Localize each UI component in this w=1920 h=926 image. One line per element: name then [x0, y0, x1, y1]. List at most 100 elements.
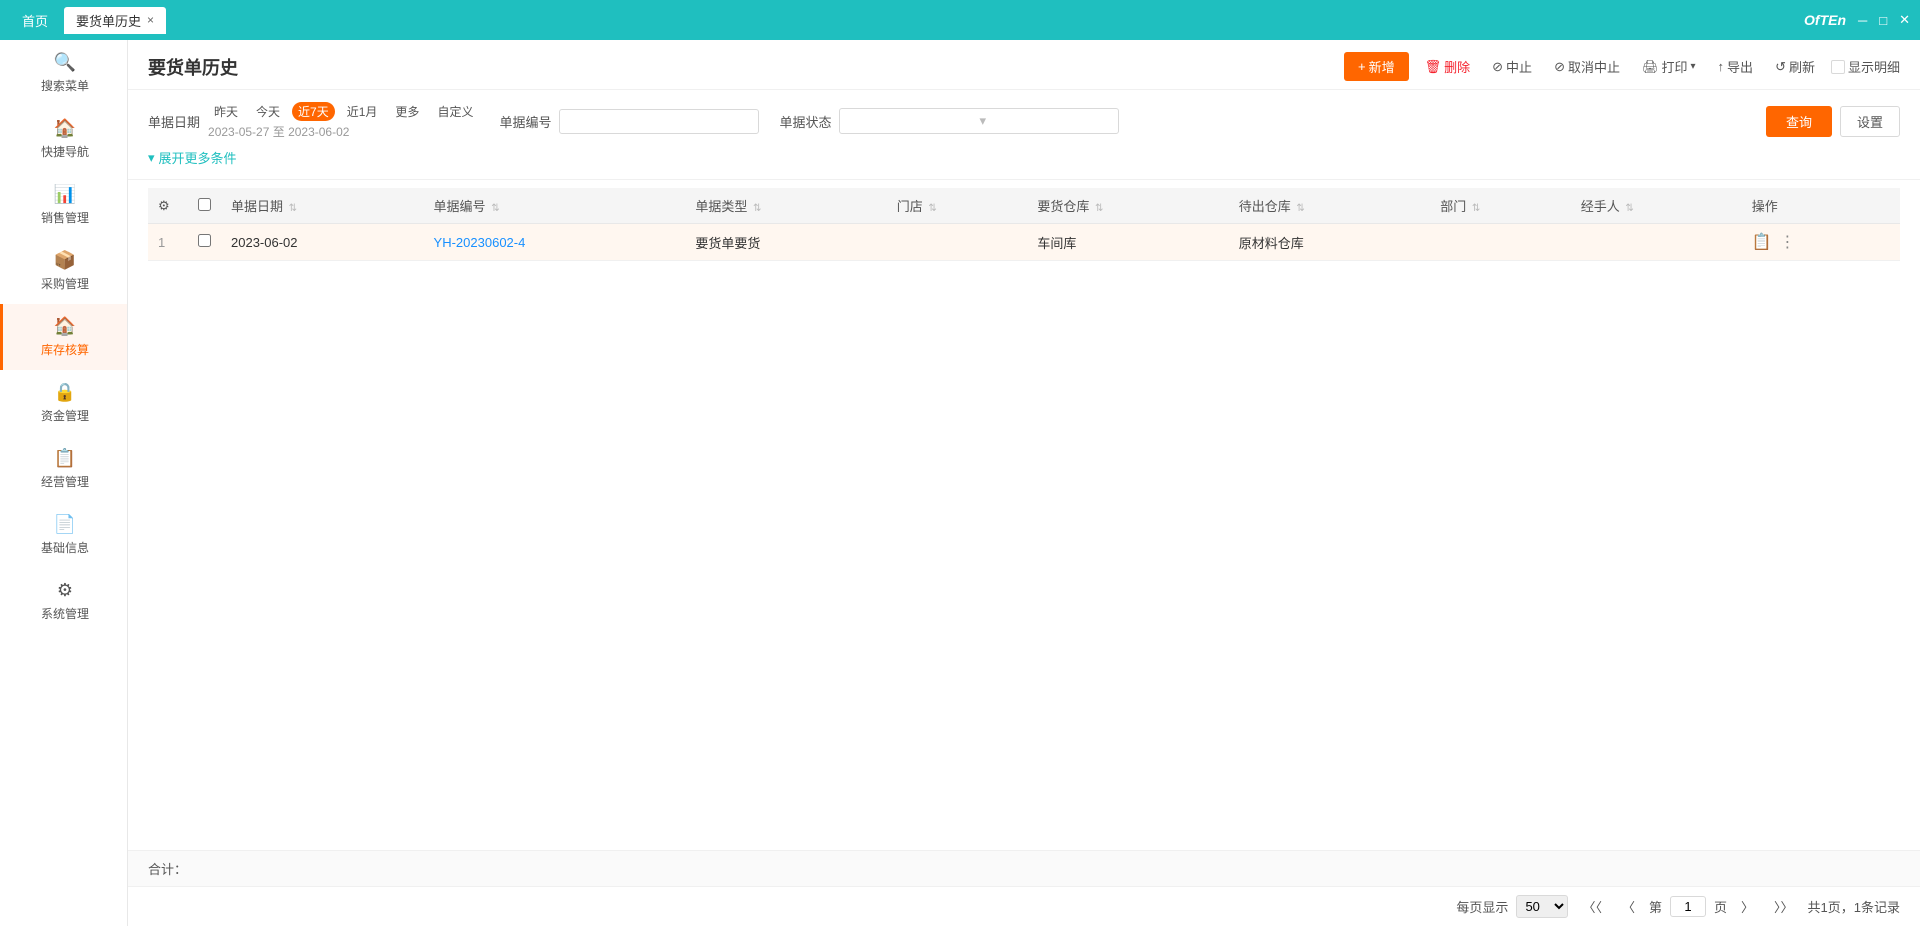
col-doc-no: 单据编号 ⇅	[424, 188, 686, 224]
next-next-btn[interactable]: 〉〉	[1768, 895, 1800, 918]
sidebar-item-basic[interactable]: 📄 基础信息	[0, 502, 127, 568]
refresh-button[interactable]: ↺ 刷新	[1769, 53, 1821, 80]
sidebar-item-purchase[interactable]: 📦 采购管理	[0, 238, 127, 304]
tab-close-icon[interactable]: ×	[147, 13, 154, 27]
sidebar-item-basic-label: 基础信息	[41, 539, 89, 556]
col-dept-label: 部门	[1440, 199, 1466, 214]
sidebar-item-nav[interactable]: 🏠 快捷导航	[0, 106, 127, 172]
row-checkbox-cell	[188, 224, 221, 261]
content-area: 要货单历史 + 新增 🗑 删除 ⊘ 中止 ⊘ 取消中止	[128, 40, 1920, 926]
sidebar-item-operation[interactable]: 📋 经营管理	[0, 436, 127, 502]
basic-icon: 📄	[54, 514, 76, 535]
pagination: 每页显示 50 10 20 100 〈〈 〈 第 页 〉 〉〉 共1页，1条记录	[128, 886, 1920, 926]
sidebar-item-system[interactable]: ⚙ 系统管理	[0, 568, 127, 634]
doc-no-input[interactable]	[559, 109, 759, 134]
date-range-text: 2023-05-27 至 2023-06-02	[208, 123, 479, 140]
row-more-icon[interactable]: ⋮	[1779, 234, 1795, 251]
print-label: 打印	[1662, 57, 1688, 76]
col-store-sort-icon: ⇅	[928, 203, 936, 214]
col-store: 门店 ⇅	[887, 188, 1028, 224]
col-doc-type: 单据类型 ⇅	[685, 188, 886, 224]
table-body: 1 2023-06-02 YH-20230602-4 要货单要货 车间库 原材料…	[148, 224, 1900, 261]
maximize-btn[interactable]: □	[1879, 13, 1887, 28]
page-header: 要货单历史 + 新增 🗑 删除 ⊘ 中止 ⊘ 取消中止	[128, 40, 1920, 90]
purchase-icon: 📦	[54, 250, 76, 271]
col-req-warehouse-label: 要货仓库	[1037, 199, 1089, 214]
row-num-value: 1	[158, 235, 165, 250]
new-button[interactable]: + 新增	[1344, 52, 1409, 81]
expand-chevron-icon: ▾	[148, 150, 155, 166]
sidebar-item-finance[interactable]: 🔒 资金管理	[0, 370, 127, 436]
row-edit-icon[interactable]: 📋	[1752, 234, 1772, 251]
print-button[interactable]: 🖨 打印 ▾	[1636, 53, 1702, 80]
col-doc-no-sort-icon: ⇅	[491, 203, 499, 214]
system-icon: ⚙	[57, 580, 73, 601]
delete-icon: 🗑	[1425, 59, 1442, 75]
select-all-checkbox[interactable]	[198, 198, 211, 211]
date-btn-more[interactable]: 更多	[389, 102, 425, 121]
prev-prev-btn[interactable]: 〈〈	[1576, 895, 1608, 918]
display-detail-toggle[interactable]: 显示明细	[1831, 57, 1900, 76]
row-actions: 📋 ⋮	[1742, 224, 1900, 261]
filter-row: 单据日期 昨天 今天 近7天 近1月 更多 自定义 2023-05-27 至 2…	[148, 102, 1900, 140]
date-btn-7days[interactable]: 近7天	[292, 102, 335, 121]
page-title: 要货单历史	[148, 54, 1344, 80]
date-btn-1month[interactable]: 近1月	[341, 102, 384, 121]
stop-icon: ⊘	[1492, 59, 1503, 75]
date-btn-yesterday[interactable]: 昨天	[208, 102, 244, 121]
tab-yaohuodan[interactable]: 要货单历史 ×	[64, 7, 166, 34]
sidebar-item-search[interactable]: 🔍 搜索菜单	[0, 40, 127, 106]
export-button[interactable]: ↑ 导出	[1712, 53, 1760, 80]
cancel-stop-button[interactable]: ⊘ 取消中止	[1548, 53, 1626, 80]
stop-button[interactable]: ⊘ 中止	[1486, 53, 1538, 80]
delete-button[interactable]: 🗑 删除	[1419, 53, 1477, 80]
per-page-label: 每页显示	[1456, 897, 1508, 916]
sidebar-item-sales-label: 销售管理	[41, 209, 89, 226]
status-filter-group: 单据状态 ▾	[779, 108, 1119, 134]
row-checkbox[interactable]	[198, 234, 211, 247]
settings-button[interactable]: 设置	[1840, 106, 1900, 137]
doc-no-label: 单据编号	[499, 112, 551, 131]
stop-label: 中止	[1506, 57, 1532, 76]
page-input[interactable]	[1670, 896, 1706, 917]
status-label: 单据状态	[779, 112, 831, 131]
col-doc-no-label: 单据编号	[434, 199, 486, 214]
col-action: 操作	[1742, 188, 1900, 224]
query-button[interactable]: 查询	[1766, 106, 1832, 137]
prev-btn[interactable]: 〈	[1616, 895, 1641, 918]
display-detail-checkbox[interactable]	[1831, 60, 1845, 74]
window-close-btn[interactable]: ✕	[1899, 12, 1910, 28]
date-btn-today[interactable]: 今天	[250, 102, 286, 121]
date-filter-group: 单据日期 昨天 今天 近7天 近1月 更多 自定义 2023-05-27 至 2…	[148, 102, 479, 140]
sidebar-item-inventory[interactable]: 🏠 库存核算	[0, 304, 127, 370]
footer-summary: 合计：	[128, 850, 1920, 886]
sidebar: 🔍 搜索菜单 🏠 快捷导航 📊 销售管理 📦 采购管理 🏠 库存核算 🔒 资金管…	[0, 40, 128, 926]
top-nav-right: OfTEn ─ □ ✕	[1804, 12, 1910, 28]
col-date-sort-icon: ⇅	[289, 203, 297, 214]
operation-icon: 📋	[54, 448, 76, 469]
table-row: 1 2023-06-02 YH-20230602-4 要货单要货 车间库 原材料…	[148, 224, 1900, 261]
display-detail-label: 显示明细	[1848, 57, 1900, 76]
col-doc-type-sort-icon: ⇅	[753, 203, 761, 214]
next-btn[interactable]: 〉	[1735, 895, 1760, 918]
date-btn-custom[interactable]: 自定义	[431, 102, 479, 121]
col-pending-warehouse-sort-icon: ⇅	[1296, 203, 1304, 214]
col-action-label: 操作	[1752, 199, 1778, 214]
per-page-select[interactable]: 50 10 20 100	[1516, 895, 1568, 918]
status-select[interactable]: ▾	[839, 108, 1119, 134]
minimize-btn[interactable]: ─	[1858, 13, 1867, 28]
expand-conditions-btn[interactable]: ▾ 展开更多条件	[148, 148, 1900, 167]
header-row: ⚙ 单据日期 ⇅ 单据编号 ⇅	[148, 188, 1900, 224]
sidebar-item-purchase-label: 采购管理	[41, 275, 89, 292]
tab-home[interactable]: 首页	[10, 7, 60, 34]
col-pending-warehouse-label: 待出仓库	[1239, 199, 1291, 214]
sidebar-item-sales[interactable]: 📊 销售管理	[0, 172, 127, 238]
col-handler-sort-icon: ⇅	[1625, 203, 1633, 214]
col-checkbox	[188, 188, 221, 224]
settings-gear-icon[interactable]: ⚙	[158, 198, 170, 213]
sidebar-item-inventory-label: 库存核算	[41, 341, 89, 358]
doc-no-link[interactable]: YH-20230602-4	[434, 235, 526, 250]
tab-yaohuodan-label: 要货单历史	[76, 11, 141, 30]
date-range-buttons: 昨天 今天 近7天 近1月 更多 自定义	[208, 102, 479, 121]
cancel-stop-label: 取消中止	[1568, 57, 1620, 76]
